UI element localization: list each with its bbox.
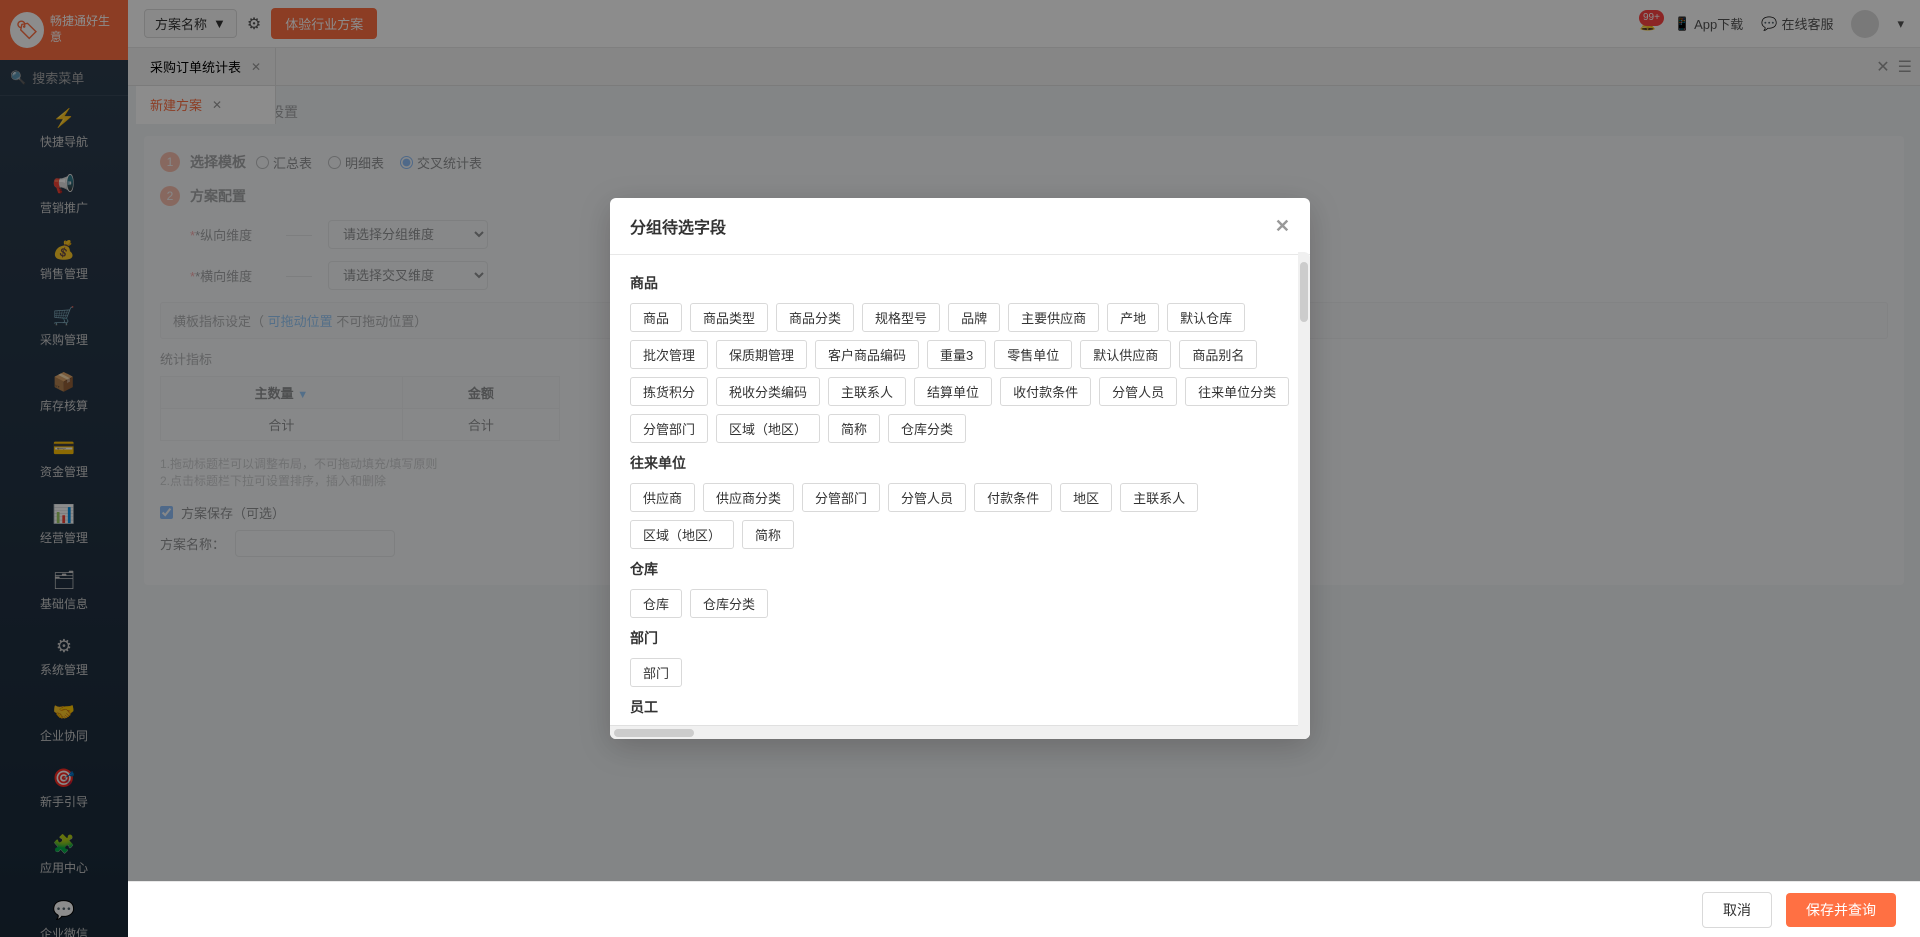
tag-商品别名[interactable]: 商品别名 [1179,340,1257,369]
modal-header: 分组待选字段 ✕ [610,198,1310,255]
tag-商品类型[interactable]: 商品类型 [690,303,768,332]
tag-收付款条件[interactable]: 收付款条件 [1000,377,1091,406]
tag-地区[interactable]: 地区 [1060,483,1112,512]
tag-品牌[interactable]: 品牌 [948,303,1000,332]
tag-分管部门[interactable]: 分管部门 [630,414,708,443]
tag-grid-department: 部门 [630,658,1290,687]
tag-仓库[interactable]: 仓库 [630,589,682,618]
tag-默认供应商[interactable]: 默认供应商 [1080,340,1171,369]
modal-title: 分组待选字段 [630,214,726,238]
modal-overlay: 分组待选字段 ✕ 商品商品商品类型商品分类规格型号品牌主要供应商产地默认仓库批次… [0,0,1920,937]
tag-批次管理[interactable]: 批次管理 [630,340,708,369]
modal-bottom-scrollbar-thumb [614,729,694,737]
tag-主联系人[interactable]: 主联系人 [1120,483,1198,512]
modal: 分组待选字段 ✕ 商品商品商品类型商品分类规格型号品牌主要供应商产地默认仓库批次… [610,198,1310,739]
tag-grid-warehouse: 仓库仓库分类 [630,589,1290,618]
section-title-goods: 商品 [630,273,1290,293]
section-title-contacts: 往来单位 [630,453,1290,473]
tag-规格型号[interactable]: 规格型号 [862,303,940,332]
tag-分管人员[interactable]: 分管人员 [1099,377,1177,406]
tag-部门[interactable]: 部门 [630,658,682,687]
tag-重量3[interactable]: 重量3 [927,340,986,369]
tag-供应商[interactable]: 供应商 [630,483,695,512]
tag-grid-goods: 商品商品类型商品分类规格型号品牌主要供应商产地默认仓库批次管理保质期管理客户商品… [630,303,1290,443]
tag-区域（地区）[interactable]: 区域（地区） [630,520,734,549]
save-button[interactable]: 保存并查询 [1786,893,1896,927]
section-title-department: 部门 [630,628,1290,648]
tag-简称[interactable]: 简称 [742,520,794,549]
section-title-employee: 员工 [630,697,1290,717]
modal-scrollbar[interactable] [1298,252,1310,739]
section-title-warehouse: 仓库 [630,559,1290,579]
tag-商品分类[interactable]: 商品分类 [776,303,854,332]
tag-主要供应商[interactable]: 主要供应商 [1008,303,1099,332]
modal-scrollbar-thumb [1300,262,1308,322]
modal-bottom-scrollbar[interactable] [610,725,1310,739]
tag-分管人员[interactable]: 分管人员 [888,483,966,512]
tag-供应商分类[interactable]: 供应商分类 [703,483,794,512]
cancel-button[interactable]: 取消 [1702,892,1772,928]
tag-往来单位分类[interactable]: 往来单位分类 [1185,377,1289,406]
tag-grid-contacts: 供应商供应商分类分管部门分管人员付款条件地区主联系人区域（地区） 简称 [630,483,1290,549]
bottom-bar: 取消 保存并查询 [128,881,1920,937]
tag-结算单位[interactable]: 结算单位 [914,377,992,406]
tag-区域（地区）[interactable]: 区域（地区） [716,414,820,443]
tag-仓库分类[interactable]: 仓库分类 [690,589,768,618]
tag-零售单位[interactable]: 零售单位 [994,340,1072,369]
tag-保质期管理[interactable]: 保质期管理 [716,340,807,369]
tag-税收分类编码[interactable]: 税收分类编码 [716,377,820,406]
tag-付款条件[interactable]: 付款条件 [974,483,1052,512]
tag-产地[interactable]: 产地 [1107,303,1159,332]
tag-客户商品编码[interactable]: 客户商品编码 [815,340,919,369]
tag-仓库分类[interactable]: 仓库分类 [888,414,966,443]
tag-拣货积分[interactable]: 拣货积分 [630,377,708,406]
tag-主联系人[interactable]: 主联系人 [828,377,906,406]
modal-body: 商品商品商品类型商品分类规格型号品牌主要供应商产地默认仓库批次管理保质期管理客户… [610,255,1310,725]
tag-分管部门[interactable]: 分管部门 [802,483,880,512]
tag-商品[interactable]: 商品 [630,303,682,332]
tag-默认仓库[interactable]: 默认仓库 [1167,303,1245,332]
tag-简称[interactable]: 简称 [828,414,880,443]
modal-close-button[interactable]: ✕ [1275,216,1290,237]
